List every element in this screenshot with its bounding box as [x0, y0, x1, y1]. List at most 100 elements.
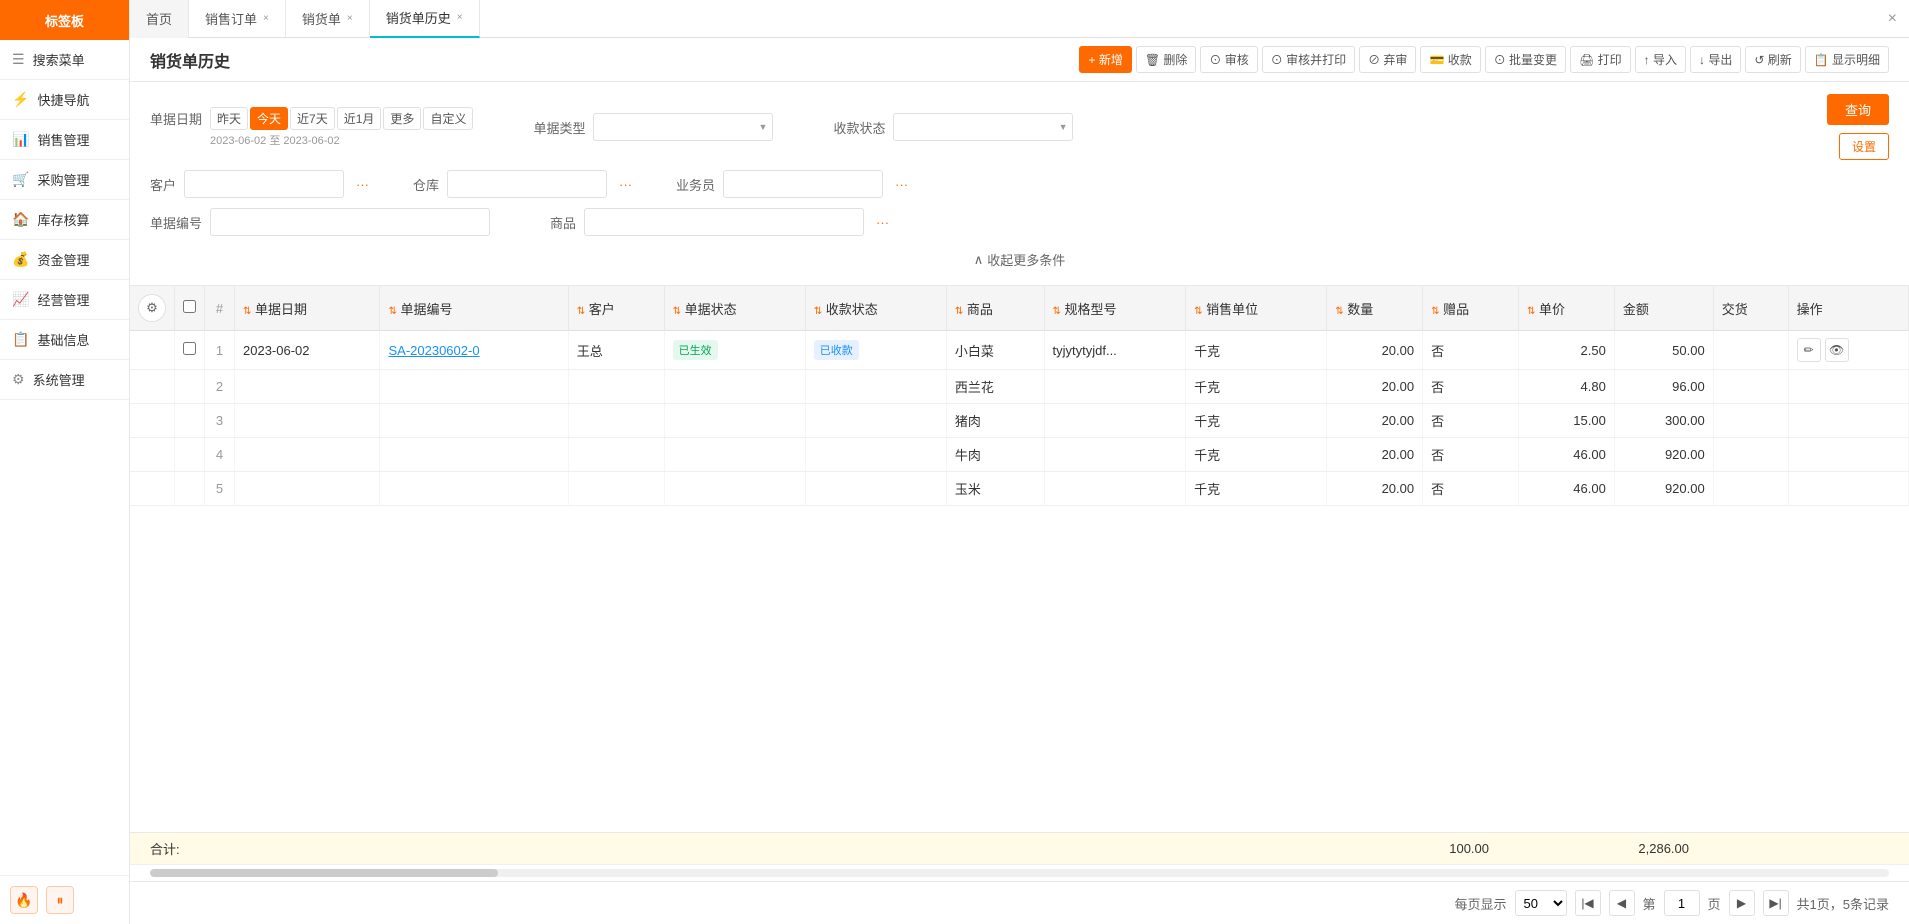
warehouse-input[interactable]	[447, 170, 607, 198]
tab-sales-goods[interactable]: 销货单 ×	[286, 0, 370, 38]
sidebar-item-operations[interactable]: 📈 经营管理	[0, 280, 129, 320]
next-page-btn[interactable]: ▶	[1729, 890, 1755, 916]
tab-sales-history[interactable]: 销货单历史 ×	[370, 0, 480, 38]
review-button[interactable]: ⊙ 审核	[1200, 46, 1257, 73]
date-btn-custom[interactable]: 自定义	[423, 107, 473, 130]
row-qty: 20.00	[1327, 370, 1423, 404]
row-customer	[568, 472, 664, 506]
sidebar-footer-btn2[interactable]: ⏸	[46, 886, 74, 914]
date-btn-today[interactable]: 今天	[250, 107, 288, 130]
row-checkbox-cell	[175, 438, 205, 472]
collapse-button[interactable]: ∧ 收起更多条件	[150, 246, 1889, 273]
export-button[interactable]: ↓ 导出	[1690, 46, 1741, 73]
table-row: 5玉米千克20.00否46.00920.00	[130, 472, 1909, 506]
sidebar-item-inventory[interactable]: 🏠 库存核算	[0, 200, 129, 240]
delete-button[interactable]: 🗑 删除	[1136, 46, 1197, 73]
col-doc-no[interactable]: ⇅ 单据编号	[380, 286, 568, 331]
sidebar-item-sales-mgmt[interactable]: 📊 销售管理	[0, 120, 129, 160]
print-button[interactable]: 🖨 打印	[1570, 46, 1631, 73]
type-select[interactable]	[593, 113, 773, 141]
select-all-checkbox[interactable]	[183, 300, 196, 313]
col-pay-status[interactable]: ⇅ 收款状态	[805, 286, 946, 331]
add-button[interactable]: + 新增	[1079, 46, 1131, 73]
sidebar-item-search-menu[interactable]: ☰ 搜索菜单	[0, 40, 129, 80]
abandon-button[interactable]: ⊘ 弃审	[1359, 46, 1416, 73]
row-pay-status	[805, 404, 946, 438]
date-btn-7days[interactable]: 近7天	[290, 107, 335, 130]
date-btn-yesterday[interactable]: 昨天	[210, 107, 248, 130]
doc-no-input[interactable]	[210, 208, 490, 236]
row-doc-status	[664, 404, 805, 438]
page-number-input[interactable]	[1664, 890, 1700, 916]
staff-input[interactable]	[723, 170, 883, 198]
customer-dots[interactable]: ···	[352, 177, 373, 192]
goods-input[interactable]	[584, 208, 864, 236]
tab-sales-goods-close[interactable]: ×	[347, 13, 353, 24]
customer-input[interactable]	[184, 170, 344, 198]
goods-dots[interactable]: ···	[872, 215, 893, 230]
date-label: 单据日期	[150, 109, 202, 128]
date-btn-more[interactable]: 更多	[383, 107, 421, 130]
col-customer[interactable]: ⇅ 客户	[568, 286, 664, 331]
payment-select[interactable]	[893, 113, 1073, 141]
col-gift[interactable]: ⇅ 赠品	[1423, 286, 1519, 331]
first-page-btn[interactable]: |◀	[1575, 890, 1601, 916]
col-settings[interactable]: ⚙	[130, 286, 175, 331]
row-checkbox-cell	[175, 472, 205, 506]
last-page-btn[interactable]: ▶|	[1763, 890, 1789, 916]
sidebar-item-purchase-mgmt[interactable]: 🛒 采购管理	[0, 160, 129, 200]
col-price[interactable]: ⇅ 单价	[1518, 286, 1614, 331]
row-gift: 否	[1423, 331, 1519, 370]
row-checkbox-cell	[175, 370, 205, 404]
col-date[interactable]: ⇅ 单据日期	[235, 286, 380, 331]
col-unit[interactable]: ⇅ 销售单位	[1186, 286, 1327, 331]
sidebar-item-finance[interactable]: 💰 资金管理	[0, 240, 129, 280]
print-review-button[interactable]: ⊙ 审核并打印	[1262, 46, 1355, 73]
row-doc-no: SA-20230602-0	[380, 331, 568, 370]
tab-sales-order-close[interactable]: ×	[263, 13, 269, 24]
row-qty: 20.00	[1327, 404, 1423, 438]
sidebar-item-quick-nav[interactable]: ⚡ 快捷导航	[0, 80, 129, 120]
staff-label: 业务员	[676, 175, 715, 194]
refresh-button[interactable]: ↺ 刷新	[1745, 46, 1800, 73]
date-btn-1month[interactable]: 近1月	[337, 107, 382, 130]
collect-button[interactable]: 💳 收款	[1420, 46, 1480, 73]
tab-home[interactable]: 首页	[130, 0, 189, 38]
query-button[interactable]: 查询	[1827, 94, 1889, 125]
row-settings-cell	[130, 331, 175, 370]
row-checkbox[interactable]	[183, 342, 196, 355]
import-button[interactable]: ↑ 导入	[1635, 46, 1686, 73]
col-spec[interactable]: ⇅ 规格型号	[1044, 286, 1186, 331]
filter-row-2: 客户 ··· 仓库 ··· 业务员 ···	[150, 170, 1889, 198]
horizontal-scrollbar[interactable]	[150, 869, 1889, 877]
sidebar-footer-btn1[interactable]: 🔥	[10, 886, 38, 914]
col-num: #	[205, 286, 235, 331]
row-price: 46.00	[1518, 438, 1614, 472]
table-settings-gear[interactable]: ⚙	[138, 294, 166, 322]
warehouse-dots[interactable]: ···	[615, 177, 636, 192]
action-view-btn[interactable]: 👁	[1825, 338, 1849, 362]
col-qty[interactable]: ⇅ 数量	[1327, 286, 1423, 331]
prev-page-btn[interactable]: ◀	[1609, 890, 1635, 916]
doc-no-link[interactable]: SA-20230602-0	[388, 343, 479, 358]
sidebar-item-system[interactable]: ⚙ 系统管理	[0, 360, 129, 400]
col-doc-status[interactable]: ⇅ 单据状态	[664, 286, 805, 331]
page-size-select[interactable]: 20 50 100 200	[1515, 890, 1567, 916]
settings-button[interactable]: 设置	[1839, 133, 1889, 160]
doc-no-label: 单据编号	[150, 213, 202, 232]
row-checkbox-cell	[175, 331, 205, 370]
close-all-tabs-btn[interactable]: ×	[1876, 10, 1909, 28]
display-button[interactable]: 📋 显示明细	[1805, 46, 1889, 73]
col-gift-sort-icon: ⇅	[1431, 306, 1439, 317]
batch-change-button[interactable]: ⊙ 批量变更	[1485, 46, 1566, 73]
pay-status-badge: 已收款	[814, 340, 859, 360]
sidebar-item-base-info[interactable]: 📋 基础信息	[0, 320, 129, 360]
tab-sales-history-close[interactable]: ×	[457, 12, 463, 23]
table-row: 2西兰花千克20.00否4.8096.00	[130, 370, 1909, 404]
row-customer: 王总	[568, 331, 664, 370]
col-goods[interactable]: ⇅ 商品	[946, 286, 1044, 331]
filter-row-3: 单据编号 商品 ···	[150, 208, 1889, 236]
tab-sales-order[interactable]: 销售订单 ×	[189, 0, 286, 38]
action-edit-btn[interactable]: ✏	[1797, 338, 1821, 362]
staff-dots[interactable]: ···	[891, 177, 912, 192]
